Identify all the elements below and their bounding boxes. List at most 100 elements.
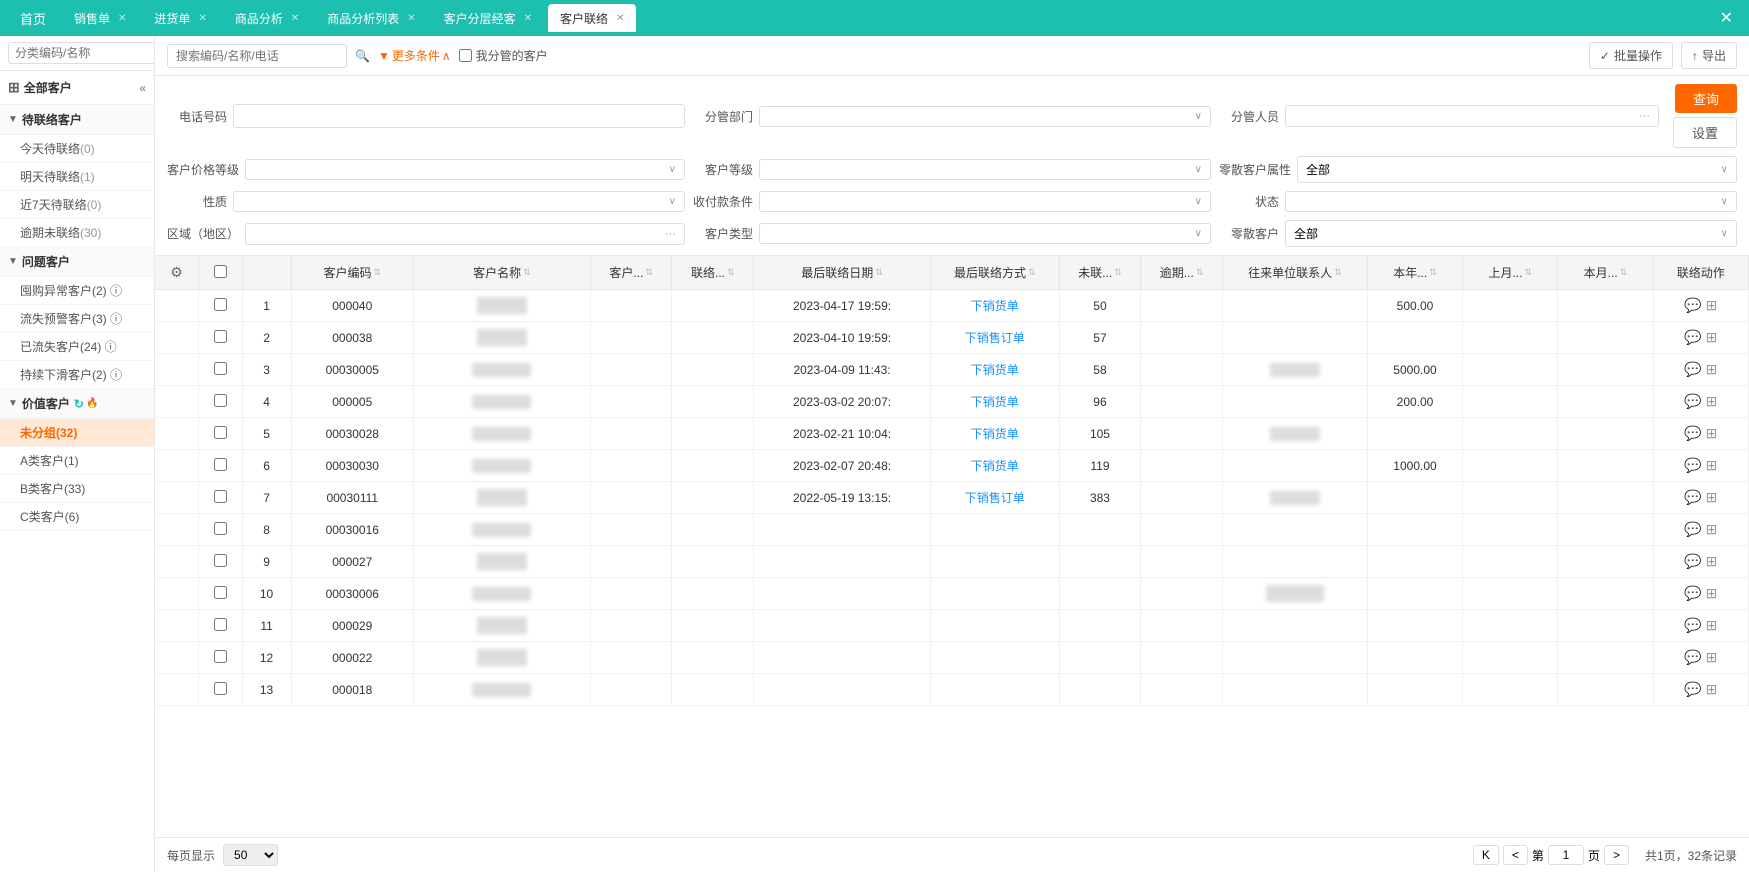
td-check[interactable] xyxy=(199,418,243,450)
filter-price-level-select[interactable]: ∨ xyxy=(245,159,685,180)
td-last-method[interactable]: 下销货单 xyxy=(930,418,1059,450)
select-all-checkbox[interactable] xyxy=(214,265,227,278)
more-actions-icon[interactable]: ⊞ xyxy=(1706,297,1718,314)
td-last-method[interactable]: 下销货单 xyxy=(930,450,1059,482)
td-last-method[interactable]: 下销货单 xyxy=(930,354,1059,386)
nav-customer-segment-tab[interactable]: 客户分层经客 ✕ xyxy=(432,4,544,32)
sidebar-group-pending[interactable]: ▼ 待联络客户 xyxy=(0,105,154,135)
th-last-method[interactable]: 最后联络方式⇅ xyxy=(930,256,1059,290)
td-check[interactable] xyxy=(199,450,243,482)
filter-search-input[interactable] xyxy=(167,44,347,68)
row-checkbox[interactable] xyxy=(214,650,227,663)
filter-status-select[interactable]: ∨ xyxy=(1285,191,1737,212)
sidebar-item-class-a[interactable]: A类客户(1) xyxy=(0,447,154,475)
sidebar-item-7days[interactable]: 近7天待联络(0) xyxy=(0,191,154,219)
filter-my-customers-checkbox[interactable]: 我分管的客户 xyxy=(459,47,548,64)
row-checkbox[interactable] xyxy=(214,618,227,631)
last-method-link[interactable]: 下销货单 xyxy=(971,427,1019,441)
filter-phone-input[interactable] xyxy=(233,104,685,128)
sidebar-group-value[interactable]: ▼ 价值客户 ↻ 🔥 xyxy=(0,389,154,419)
more-actions-icon[interactable]: ⊞ xyxy=(1706,521,1718,538)
td-check[interactable] xyxy=(199,386,243,418)
sidebar-search-input[interactable] xyxy=(8,42,155,64)
refresh-icon[interactable]: ↻ xyxy=(74,397,84,411)
more-actions-icon[interactable]: ⊞ xyxy=(1706,361,1718,378)
td-check[interactable] xyxy=(199,610,243,642)
footer-first-page-button[interactable]: K xyxy=(1473,845,1499,865)
filter-region-select[interactable]: ··· xyxy=(245,223,685,245)
filter-customer-level-select[interactable]: ∨ xyxy=(759,159,1211,180)
message-icon[interactable]: 💬 xyxy=(1684,681,1701,698)
nav-purchase-close[interactable]: ✕ xyxy=(198,13,206,24)
td-check[interactable] xyxy=(199,546,243,578)
th-no-contact[interactable]: 未联...⇅ xyxy=(1059,256,1141,290)
nav-home-tab[interactable]: 首页 xyxy=(8,4,58,32)
footer-next-page-button[interactable]: > xyxy=(1604,845,1629,865)
settings-icon[interactable]: ⚙ xyxy=(170,264,183,280)
th-type[interactable]: 客户...⇅ xyxy=(590,256,672,290)
th-overdue[interactable]: 逾期...⇅ xyxy=(1141,256,1223,290)
filter-search-icon[interactable]: 🔍 xyxy=(355,49,370,63)
row-checkbox[interactable] xyxy=(214,522,227,535)
query-button[interactable]: 查询 xyxy=(1675,84,1737,113)
filter-more-conditions[interactable]: ▼ 更多条件 ∧ xyxy=(378,47,451,64)
sidebar-item-hoard-abnormal[interactable]: 囤购异常客户(2) ⓘ xyxy=(0,277,154,305)
sidebar-item-today[interactable]: 今天待联络(0) xyxy=(0,135,154,163)
batch-operation-button[interactable]: ✓ 批量操作 xyxy=(1589,42,1673,69)
more-actions-icon[interactable]: ⊞ xyxy=(1706,553,1718,570)
reset-button[interactable]: 设置 xyxy=(1673,117,1737,148)
last-method-link[interactable]: 下销售订单 xyxy=(965,331,1025,345)
sidebar-item-tomorrow[interactable]: 明天待联络(1) xyxy=(0,163,154,191)
th-name[interactable]: 客户名称⇅ xyxy=(413,256,590,290)
footer-page-size-select[interactable]: 50 20 100 xyxy=(223,844,278,866)
more-actions-icon[interactable]: ⊞ xyxy=(1706,489,1718,506)
footer-page-input[interactable] xyxy=(1548,845,1584,865)
last-method-link[interactable]: 下销售订单 xyxy=(965,491,1025,505)
more-actions-icon[interactable]: ⊞ xyxy=(1706,393,1718,410)
filter-retail-customer-select[interactable]: 全部 ∨ xyxy=(1285,220,1737,247)
footer-prev-page-button[interactable]: < xyxy=(1503,845,1528,865)
sidebar-item-churn-warning[interactable]: 流失预警客户(3) ⓘ xyxy=(0,305,154,333)
nav-customer-contact-close[interactable]: ✕ xyxy=(616,13,624,24)
th-check[interactable] xyxy=(199,256,243,290)
sidebar-item-class-b[interactable]: B类客户(33) xyxy=(0,475,154,503)
th-last-date[interactable]: 最后联络日期⇅ xyxy=(754,256,931,290)
message-icon[interactable]: 💬 xyxy=(1684,617,1701,634)
sidebar-item-class-c[interactable]: C类客户(6) xyxy=(0,503,154,531)
message-icon[interactable]: 💬 xyxy=(1684,361,1701,378)
td-check[interactable] xyxy=(199,482,243,514)
more-actions-icon[interactable]: ⊞ xyxy=(1706,617,1718,634)
last-method-link[interactable]: 下销货单 xyxy=(971,299,1019,313)
td-check[interactable] xyxy=(199,642,243,674)
nav-sales-tab[interactable]: 销售单 ✕ xyxy=(62,4,138,32)
row-checkbox[interactable] xyxy=(214,330,227,343)
row-checkbox[interactable] xyxy=(214,458,227,471)
td-check[interactable] xyxy=(199,290,243,322)
message-icon[interactable]: 💬 xyxy=(1684,329,1701,346)
filter-dept-select[interactable]: ∨ xyxy=(759,106,1211,127)
more-actions-icon[interactable]: ⊞ xyxy=(1706,681,1718,698)
th-settings[interactable]: ⚙ xyxy=(155,256,199,290)
last-method-link[interactable]: 下销货单 xyxy=(971,395,1019,409)
export-button[interactable]: ↑ 导出 xyxy=(1681,42,1737,69)
td-check[interactable] xyxy=(199,322,243,354)
more-actions-icon[interactable]: ⊞ xyxy=(1706,425,1718,442)
th-year-amount[interactable]: 本年...⇅ xyxy=(1367,256,1462,290)
nav-customer-segment-close[interactable]: ✕ xyxy=(524,13,532,24)
message-icon[interactable]: 💬 xyxy=(1684,585,1701,602)
filter-property-select[interactable]: ∨ xyxy=(233,191,685,212)
more-actions-icon[interactable]: ⊞ xyxy=(1706,585,1718,602)
th-code[interactable]: 客户编码⇅ xyxy=(291,256,413,290)
more-actions-icon[interactable]: ⊞ xyxy=(1706,649,1718,666)
filter-retail-attr-select[interactable]: 全部 ∨ xyxy=(1297,156,1737,183)
sidebar-item-churned[interactable]: 已流失客户(24) ⓘ xyxy=(0,333,154,361)
my-customers-check[interactable] xyxy=(459,49,472,62)
nav-purchase-tab[interactable]: 进货单 ✕ xyxy=(142,4,218,32)
th-this-month[interactable]: 本月...⇅ xyxy=(1558,256,1653,290)
more-actions-icon[interactable]: ⊞ xyxy=(1706,329,1718,346)
sidebar-item-ungrouped[interactable]: 未分组(32) xyxy=(0,419,154,447)
nav-product-analysis-close[interactable]: ✕ xyxy=(291,13,299,24)
td-check[interactable] xyxy=(199,514,243,546)
filter-payment-terms-select[interactable]: ∨ xyxy=(759,191,1211,212)
nav-product-analysis-list-close[interactable]: ✕ xyxy=(407,13,415,24)
